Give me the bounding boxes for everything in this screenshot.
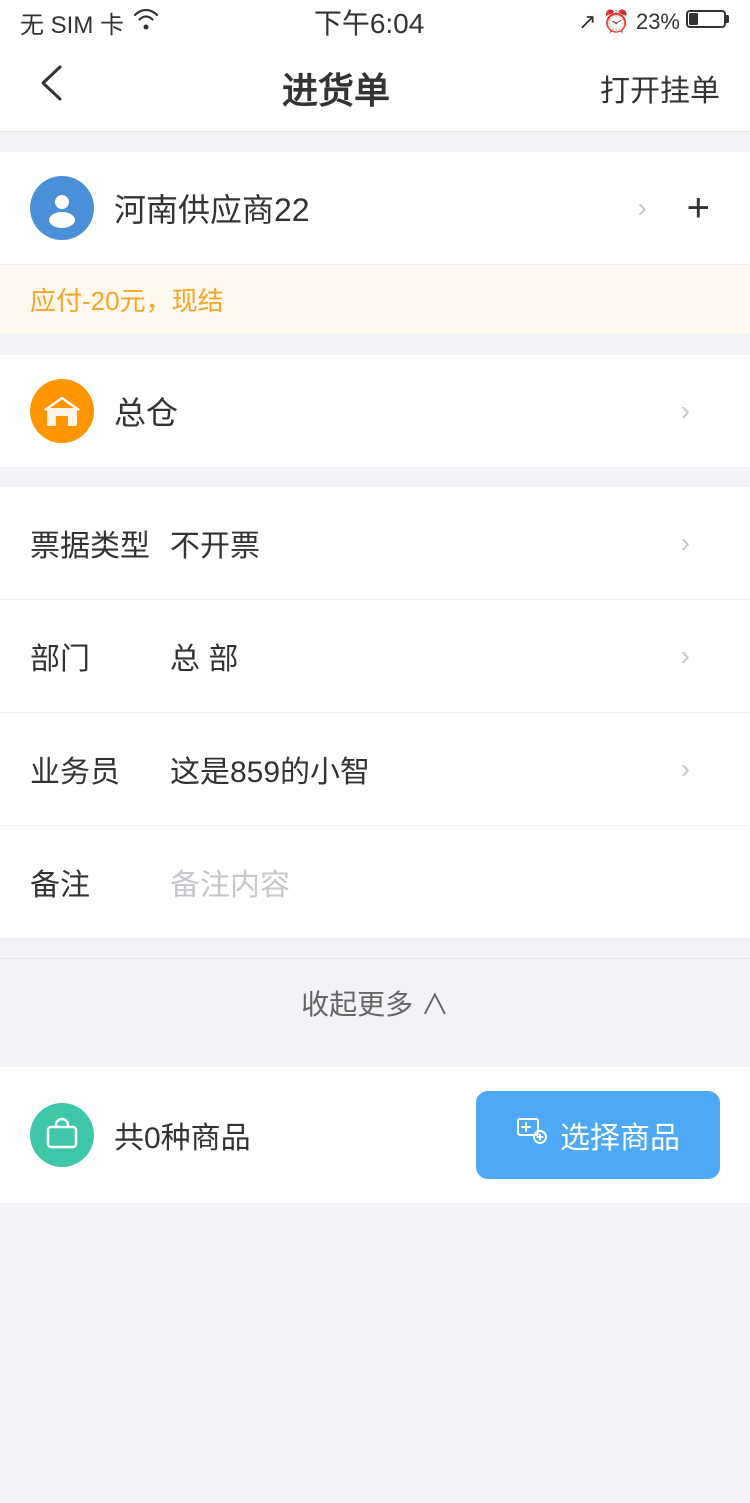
- wifi-icon: [132, 8, 160, 37]
- bottom-bar: 共0种商品 选择商品: [0, 1067, 750, 1203]
- warehouse-row[interactable]: 总仓 ›: [0, 355, 750, 467]
- status-time: 下午6:04: [314, 2, 425, 42]
- select-product-label: 选择商品: [560, 1113, 680, 1157]
- supplier-card: 河南供应商22 › + 应付-20元，现结: [0, 152, 750, 335]
- status-left: 无 SIM 卡: [20, 5, 160, 40]
- collapse-button[interactable]: 收起更多 ∧: [0, 958, 750, 1047]
- nav-bar: 进货单 打开挂单: [0, 44, 750, 132]
- back-button[interactable]: [30, 55, 72, 120]
- staff-label: 业务员: [30, 747, 170, 791]
- supplier-row[interactable]: 河南供应商22 › +: [0, 152, 750, 265]
- notice-bar: 应付-20元，现结: [0, 265, 750, 335]
- product-icon: [30, 1103, 94, 1167]
- open-pending-button[interactable]: 打开挂单: [600, 66, 720, 110]
- warehouse-chevron-icon: ›: [681, 395, 690, 427]
- warehouse-card: 总仓 ›: [0, 355, 750, 467]
- supplier-name: 河南供应商22: [114, 185, 637, 231]
- invoice-label: 票据类型: [30, 521, 170, 565]
- form-section: 票据类型 不开票 › 部门 总 部 › 业务员 这是859的小智 › 备注 备注…: [0, 487, 750, 938]
- location-icon: ↗: [578, 9, 596, 35]
- status-bar: 无 SIM 卡 下午6:04 ↗ ⏰ 23%: [0, 0, 750, 44]
- remark-label: 备注: [30, 860, 170, 904]
- invoice-value: 不开票: [170, 521, 681, 565]
- dept-chevron-icon: ›: [681, 640, 690, 672]
- dept-row[interactable]: 部门 总 部 ›: [0, 600, 750, 713]
- section-gap-2: [0, 335, 750, 355]
- dept-label: 部门: [30, 634, 170, 678]
- staff-value: 这是859的小智: [170, 747, 681, 791]
- supplier-avatar: [30, 176, 94, 240]
- staff-row[interactable]: 业务员 这是859的小智 ›: [0, 713, 750, 826]
- warehouse-icon: [30, 379, 94, 443]
- page-title: 进货单: [282, 62, 390, 114]
- invoice-chevron-icon: ›: [681, 527, 690, 559]
- battery-label: 23%: [636, 9, 680, 35]
- section-gap-1: [0, 132, 750, 152]
- dept-value: 总 部: [170, 634, 681, 678]
- remark-input[interactable]: 备注内容: [170, 860, 720, 904]
- status-right: ↗ ⏰ 23%: [578, 8, 730, 36]
- product-count-label: 共0种商品: [114, 1113, 476, 1157]
- carrier-label: 无 SIM 卡: [20, 5, 124, 40]
- alarm-icon: ⏰: [603, 9, 630, 35]
- warehouse-name: 总仓: [114, 388, 681, 434]
- select-product-button[interactable]: 选择商品: [476, 1091, 720, 1179]
- add-button[interactable]: +: [677, 186, 720, 231]
- invoice-row[interactable]: 票据类型 不开票 ›: [0, 487, 750, 600]
- staff-chevron-icon: ›: [681, 753, 690, 785]
- select-product-icon: [516, 1117, 548, 1153]
- battery-icon: [686, 8, 730, 36]
- supplier-chevron-icon: ›: [637, 192, 646, 224]
- page-background: [0, 1203, 750, 1503]
- remark-row[interactable]: 备注 备注内容: [0, 826, 750, 938]
